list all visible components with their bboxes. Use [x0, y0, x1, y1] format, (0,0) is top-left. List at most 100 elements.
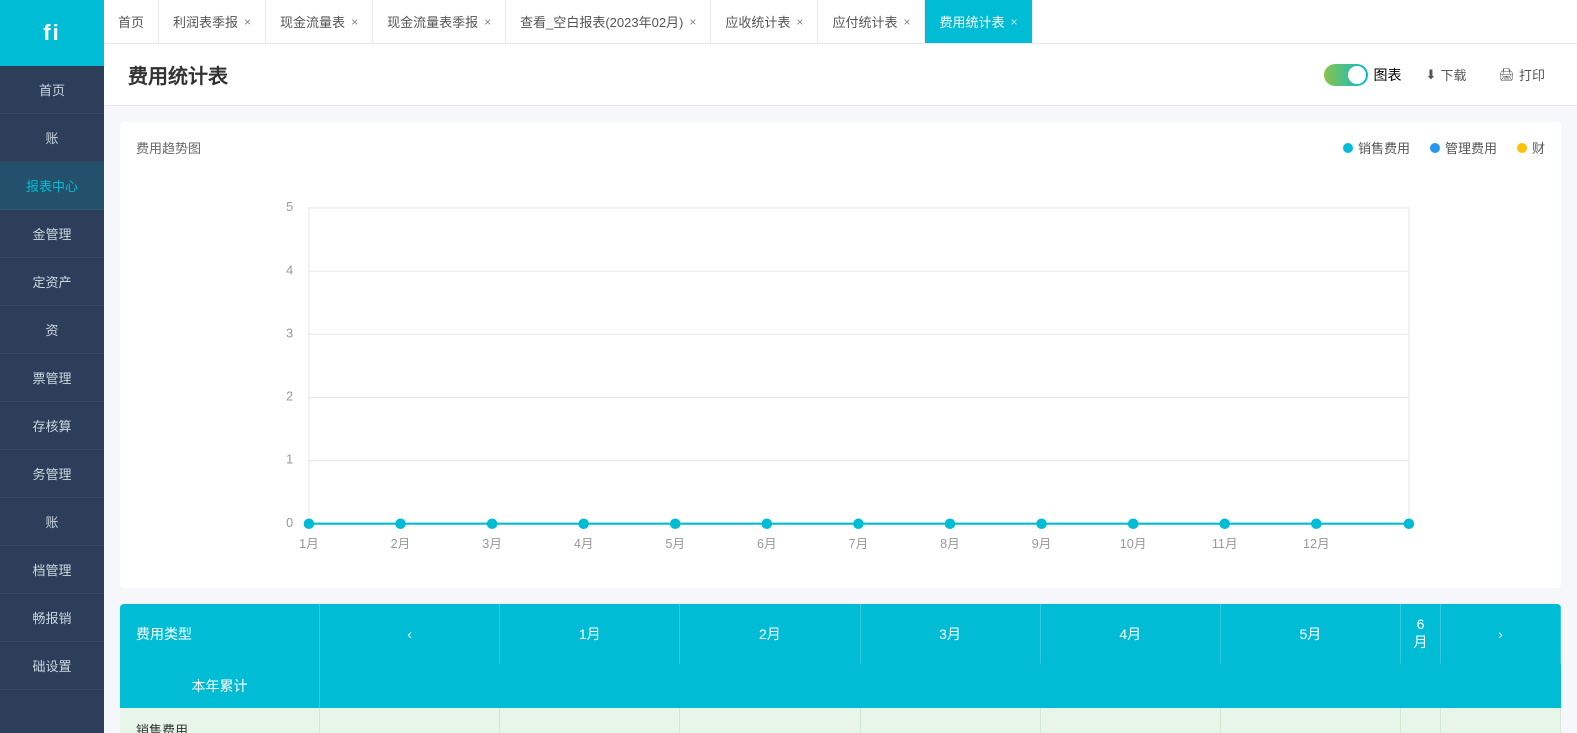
sidebar-logo: fi — [0, 0, 104, 66]
tab-receivable[interactable]: 应收统计表 × — [711, 0, 818, 43]
header-actions: 图表 ⬇ 下载 🖨 打印 — [1324, 61, 1553, 88]
chart-toggle[interactable] — [1324, 64, 1368, 86]
tab-profit-quarterly[interactable]: 利润表季报 × — [159, 0, 266, 43]
svg-text:5: 5 — [286, 200, 293, 214]
tab-close-blank-report[interactable]: × — [689, 15, 696, 29]
svg-text:2月: 2月 — [391, 537, 411, 551]
legend-dot-finance — [1517, 143, 1527, 153]
nav-prev-icon[interactable]: ‹ — [407, 626, 412, 642]
legend-item-finance: 财 — [1517, 138, 1545, 157]
svg-text:9月: 9月 — [1032, 537, 1052, 551]
svg-text:4月: 4月 — [574, 537, 594, 551]
sidebar-item-assets[interactable]: 定资产 — [0, 258, 104, 306]
tab-close-cashflow-quarterly[interactable]: × — [484, 15, 491, 29]
sidebar: fi 首页 账 报表中心 金管理 定资产 资 票管理 存核算 务管理 账 档管理… — [0, 0, 104, 733]
legend-label-sales: 销售费用 — [1358, 138, 1410, 157]
tab-blank-report[interactable]: 查看_空白报表(2023年02月) × — [506, 0, 711, 43]
table-section: 费用类型 ‹ 1月 2月 3月 4月 5月 — [120, 604, 1561, 733]
svg-text:1月: 1月 — [299, 537, 319, 551]
sidebar-item-home[interactable]: 首页 — [0, 66, 104, 114]
legend-dot-sales — [1343, 143, 1353, 153]
tab-close-receivable[interactable]: × — [796, 15, 803, 29]
td-month-1 — [500, 708, 680, 733]
tab-close-payable[interactable]: × — [903, 15, 910, 29]
td-col-next — [1441, 708, 1561, 733]
table-header-row: 费用类型 ‹ 1月 2月 3月 4月 5月 — [120, 604, 1561, 708]
chart-title: 费用趋势图 — [136, 138, 201, 157]
chart-header: 费用趋势图 销售费用 管理费用 财 — [136, 138, 1545, 157]
td-expense-type: 销售费用 — [120, 708, 320, 733]
td-month-5 — [1221, 708, 1401, 733]
td-col-prev — [320, 708, 500, 733]
tab-close-cashflow[interactable]: × — [351, 15, 358, 29]
print-button[interactable]: 🖨 打印 — [1490, 61, 1553, 88]
th-nav-prev[interactable]: ‹ — [320, 604, 500, 664]
svg-text:11月: 11月 — [1212, 537, 1238, 551]
chart-toggle-wrap: 图表 — [1324, 64, 1402, 86]
tab-cashflow-quarterly[interactable]: 现金流量表季报 × — [373, 0, 506, 43]
svg-text:4: 4 — [286, 263, 293, 277]
page-title: 费用统计表 — [128, 60, 228, 89]
sidebar-item-settings[interactable]: 础设置 — [0, 642, 104, 690]
chart-legend: 销售费用 管理费用 财 — [1343, 138, 1545, 157]
download-button[interactable]: ⬇ 下载 — [1418, 61, 1475, 88]
sidebar-item-funds[interactable]: 金管理 — [0, 210, 104, 258]
print-icon: 🖨 — [1498, 67, 1515, 83]
download-icon: ⬇ — [1426, 67, 1437, 83]
tab-home[interactable]: 首页 — [104, 0, 159, 43]
th-expense-type: 费用类型 — [120, 604, 320, 664]
th-nav-next[interactable]: › — [1441, 604, 1561, 664]
td-month-4 — [1041, 708, 1221, 733]
legend-item-sales: 销售费用 — [1343, 138, 1410, 157]
sidebar-item-inventory[interactable]: 存核算 — [0, 402, 104, 450]
svg-text:5月: 5月 — [665, 537, 685, 551]
th-year-total: 本年累计 — [120, 664, 320, 708]
table-row: 销售费用 — [120, 708, 1561, 733]
chart-svg-wrap: 5 4 3 2 1 0 — [136, 169, 1545, 572]
tab-cashflow[interactable]: 现金流量表 × — [266, 0, 373, 43]
sidebar-item-invoices[interactable]: 票管理 — [0, 354, 104, 402]
sidebar-item-archives[interactable]: 档管理 — [0, 546, 104, 594]
th-month-3: 3月 — [861, 604, 1041, 664]
svg-text:6月: 6月 — [757, 537, 777, 551]
tab-bar: 首页 利润表季报 × 现金流量表 × 现金流量表季报 × 查看_空白报表(202… — [104, 0, 1577, 44]
sidebar-item-reports[interactable]: 报表中心 — [0, 162, 104, 210]
tab-expense-stats[interactable]: 费用统计表 × — [925, 0, 1032, 43]
sidebar-item-account[interactable]: 账 — [0, 114, 104, 162]
th-month-4: 4月 — [1041, 604, 1221, 664]
svg-text:12月: 12月 — [1303, 537, 1330, 551]
td-month-3 — [861, 708, 1041, 733]
trend-chart: 5 4 3 2 1 0 — [136, 169, 1545, 569]
nav-next-icon[interactable]: › — [1498, 626, 1503, 642]
svg-text:8月: 8月 — [940, 537, 960, 551]
th-month-1: 1月 — [500, 604, 680, 664]
svg-text:3: 3 — [286, 326, 293, 340]
sidebar-item-services[interactable]: 务管理 — [0, 450, 104, 498]
svg-text:2: 2 — [286, 390, 293, 404]
tab-close-profit-quarterly[interactable]: × — [244, 15, 251, 29]
chart-toggle-label: 图表 — [1374, 65, 1402, 85]
tab-close-expense-stats[interactable]: × — [1010, 15, 1017, 29]
svg-text:10月: 10月 — [1120, 537, 1147, 551]
tab-payable[interactable]: 应付统计表 × — [818, 0, 925, 43]
sidebar-item-expense[interactable]: 畅报销 — [0, 594, 104, 642]
sidebar-item-resources[interactable]: 资 — [0, 306, 104, 354]
sidebar-item-ledger[interactable]: 账 — [0, 498, 104, 546]
chart-container: 费用趋势图 销售费用 管理费用 财 — [120, 122, 1561, 588]
svg-text:3月: 3月 — [482, 537, 502, 551]
svg-text:0: 0 — [286, 516, 293, 530]
td-month-6 — [1401, 708, 1441, 733]
page-header: 费用统计表 图表 ⬇ 下载 🖨 打印 — [104, 44, 1577, 106]
th-month-5: 5月 — [1221, 604, 1401, 664]
page-content: 费用统计表 图表 ⬇ 下载 🖨 打印 费用趋势图 — [104, 44, 1577, 733]
main-area: 首页 利润表季报 × 现金流量表 × 现金流量表季报 × 查看_空白报表(202… — [104, 0, 1577, 733]
legend-label-finance: 财 — [1532, 138, 1545, 157]
legend-dot-mgmt — [1430, 143, 1440, 153]
legend-label-mgmt: 管理费用 — [1445, 138, 1497, 157]
th-month-2: 2月 — [680, 604, 860, 664]
td-month-2 — [680, 708, 860, 733]
svg-text:1: 1 — [286, 453, 293, 467]
legend-item-mgmt: 管理费用 — [1430, 138, 1497, 157]
svg-text:7月: 7月 — [849, 537, 869, 551]
th-month-6: 6月 — [1401, 604, 1441, 664]
